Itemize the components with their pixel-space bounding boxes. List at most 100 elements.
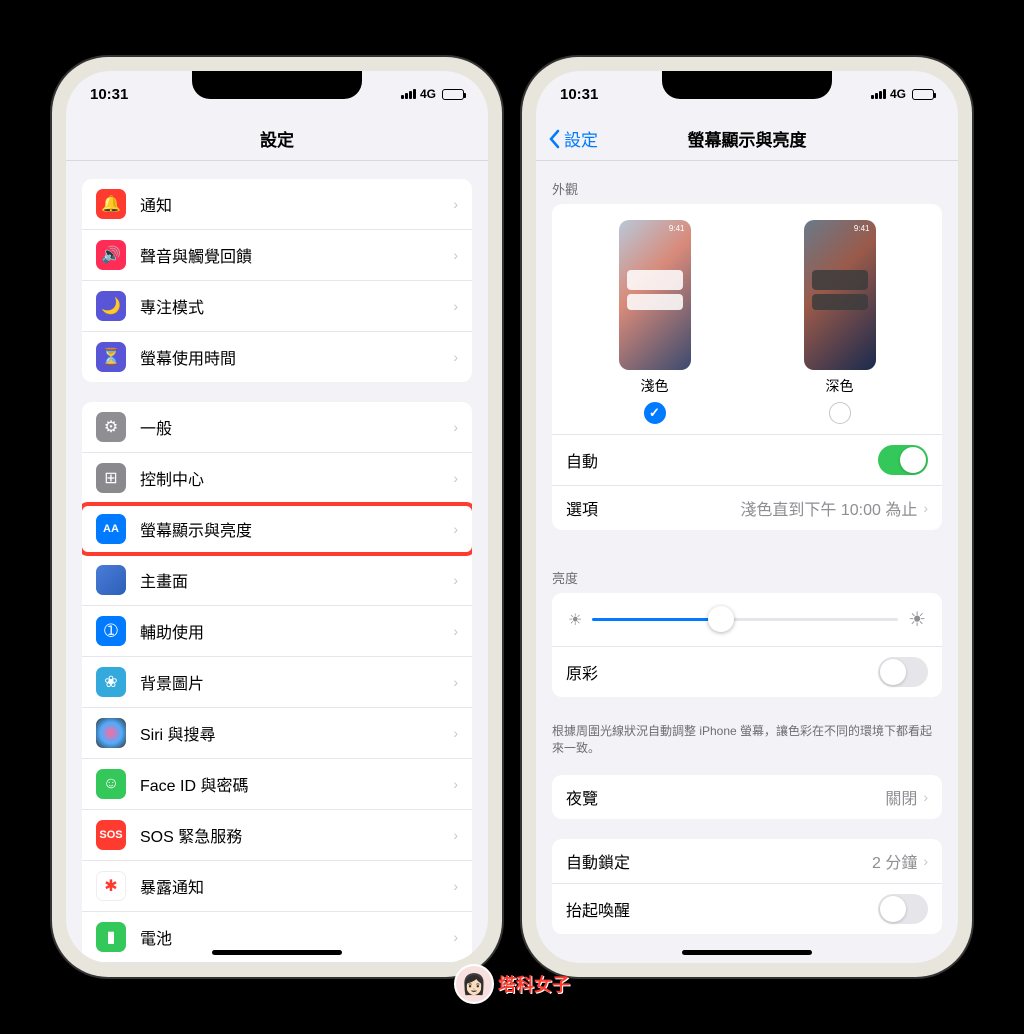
sounds-icon: 🔊 (96, 240, 126, 270)
row-label: 螢幕使用時間 (140, 345, 453, 369)
row-battery[interactable]: ▮ 電池› (82, 912, 472, 963)
row-sounds[interactable]: 🔊 聲音與觸覺回饋› (82, 230, 472, 281)
signal-icon (401, 89, 416, 99)
battery-icon (912, 89, 934, 100)
nav-header: 設定 螢幕顯示與亮度 (536, 117, 958, 161)
auto-lock-row[interactable]: 自動鎖定 2 分鐘 › (552, 839, 942, 884)
chevron-right-icon: › (453, 725, 458, 741)
row-face-id[interactable]: ☺ Face ID 與密碼› (82, 759, 472, 810)
row-label: 一般 (140, 415, 453, 439)
row-label: 背景圖片 (140, 670, 453, 694)
phone-left: 10:31 4G 設定 🔔通知›🔊聲音與觸覺回饋›🌙專注模式›⏳螢幕使用時間›⚙… (52, 57, 502, 977)
chevron-right-icon: › (453, 470, 458, 486)
row-label: 輔助使用 (140, 619, 453, 643)
status-time: 10:31 (90, 86, 128, 103)
face-id-icon: ☺ (96, 769, 126, 799)
radio-checked-icon[interactable] (644, 402, 666, 424)
signal-icon (871, 89, 886, 99)
row-label: 專注模式 (140, 294, 453, 318)
notch (662, 71, 832, 99)
page-title: 設定 (260, 126, 294, 151)
back-button[interactable]: 設定 (548, 126, 598, 151)
wallpaper-icon: ❀ (96, 667, 126, 697)
chevron-right-icon: › (923, 500, 928, 516)
row-focus[interactable]: 🌙 專注模式› (82, 281, 472, 332)
row-display-brightness[interactable]: AA 螢幕顯示與亮度› (82, 504, 472, 555)
radio-unchecked-icon[interactable] (829, 402, 851, 424)
appearance-dark[interactable]: 9:41 深色 (804, 220, 876, 424)
row-label: 暴露通知 (140, 874, 453, 898)
home-indicator[interactable] (682, 950, 812, 955)
chevron-right-icon: › (453, 298, 458, 314)
chevron-right-icon: › (453, 521, 458, 537)
home-indicator[interactable] (212, 950, 342, 955)
row-label: 主畫面 (140, 568, 453, 592)
true-tone-description: 根據周圍光線狀況自動調整 iPhone 螢幕，讓色彩在不同的環境下都看起來一致。 (536, 717, 958, 757)
raise-to-wake-row: 抬起喚醒 (552, 884, 942, 934)
control-center-icon: ⊞ (96, 463, 126, 493)
row-control-center[interactable]: ⊞ 控制中心› (82, 453, 472, 504)
row-label: 螢幕顯示與亮度 (140, 517, 453, 541)
screen-time-icon: ⏳ (96, 342, 126, 372)
row-label: Siri 與搜尋 (140, 721, 453, 745)
network-label: 4G (420, 87, 436, 101)
settings-list[interactable]: 🔔通知›🔊聲音與觸覺回饋›🌙專注模式›⏳螢幕使用時間›⚙一般›⊞控制中心›AA螢… (66, 161, 488, 963)
focus-icon: 🌙 (96, 291, 126, 321)
chevron-right-icon: › (453, 929, 458, 945)
brightness-header: 亮度 (536, 550, 958, 593)
battery-icon: ▮ (96, 922, 126, 952)
row-screen-time[interactable]: ⏳ 螢幕使用時間› (82, 332, 472, 382)
row-sos[interactable]: SOS SOS 緊急服務› (82, 810, 472, 861)
row-accessibility[interactable]: ➀ 輔助使用› (82, 606, 472, 657)
phone-right: 10:31 4G 設定 螢幕顯示與亮度 外觀 9:41 淺色 (522, 57, 972, 977)
notifications-icon: 🔔 (96, 189, 126, 219)
watermark: 👩🏻 塔科女子 (454, 964, 570, 1004)
chevron-right-icon: › (453, 196, 458, 212)
siri-icon (96, 718, 126, 748)
sun-large-icon: ☀ (908, 607, 926, 632)
watermark-avatar-icon: 👩🏻 (454, 964, 494, 1004)
appearance-picker: 9:41 淺色 9:41 深色 (552, 204, 942, 435)
row-notifications[interactable]: 🔔通知› (82, 179, 472, 230)
chevron-right-icon: › (453, 349, 458, 365)
row-label: SOS 緊急服務 (140, 823, 453, 847)
home-screen-icon (96, 565, 126, 595)
row-general[interactable]: ⚙一般› (82, 402, 472, 453)
true-tone-toggle[interactable] (878, 657, 928, 687)
appearance-light[interactable]: 9:41 淺色 (619, 220, 691, 424)
row-wallpaper[interactable]: ❀背景圖片› (82, 657, 472, 708)
brightness-slider[interactable] (592, 618, 898, 621)
row-label: 聲音與觸覺回饋 (140, 243, 453, 267)
auto-row: 自動 (552, 435, 942, 486)
status-time: 10:31 (560, 86, 598, 103)
chevron-right-icon: › (453, 572, 458, 588)
options-row[interactable]: 選項 淺色直到下午 10:00 為止 › (552, 486, 942, 530)
exposure-icon: ✱ (96, 871, 126, 901)
row-siri[interactable]: Siri 與搜尋› (82, 708, 472, 759)
notch (192, 71, 362, 99)
chevron-right-icon: › (923, 789, 928, 805)
raise-to-wake-toggle[interactable] (878, 894, 928, 924)
battery-icon (442, 89, 464, 100)
sos-icon: SOS (96, 820, 126, 850)
accessibility-icon: ➀ (96, 616, 126, 646)
row-label: Face ID 與密碼 (140, 772, 453, 796)
nav-header: 設定 (66, 117, 488, 161)
display-brightness-icon: AA (96, 514, 126, 544)
appearance-header: 外觀 (536, 161, 958, 204)
brightness-slider-row: ☀ ☀ (552, 593, 942, 647)
row-label: 控制中心 (140, 466, 453, 490)
chevron-right-icon: › (453, 623, 458, 639)
row-home-screen[interactable]: 主畫面› (82, 555, 472, 606)
row-label: 電池 (140, 925, 453, 949)
true-tone-row: 原彩 (552, 647, 942, 697)
row-exposure[interactable]: ✱暴露通知› (82, 861, 472, 912)
chevron-right-icon: › (453, 419, 458, 435)
display-settings[interactable]: 外觀 9:41 淺色 9:41 深色 自動 (536, 161, 958, 963)
night-shift-row[interactable]: 夜覽 關閉 › (552, 775, 942, 819)
chevron-right-icon: › (453, 247, 458, 263)
auto-toggle[interactable] (878, 445, 928, 475)
page-title: 螢幕顯示與亮度 (688, 126, 807, 151)
chevron-right-icon: › (453, 776, 458, 792)
chevron-right-icon: › (453, 827, 458, 843)
